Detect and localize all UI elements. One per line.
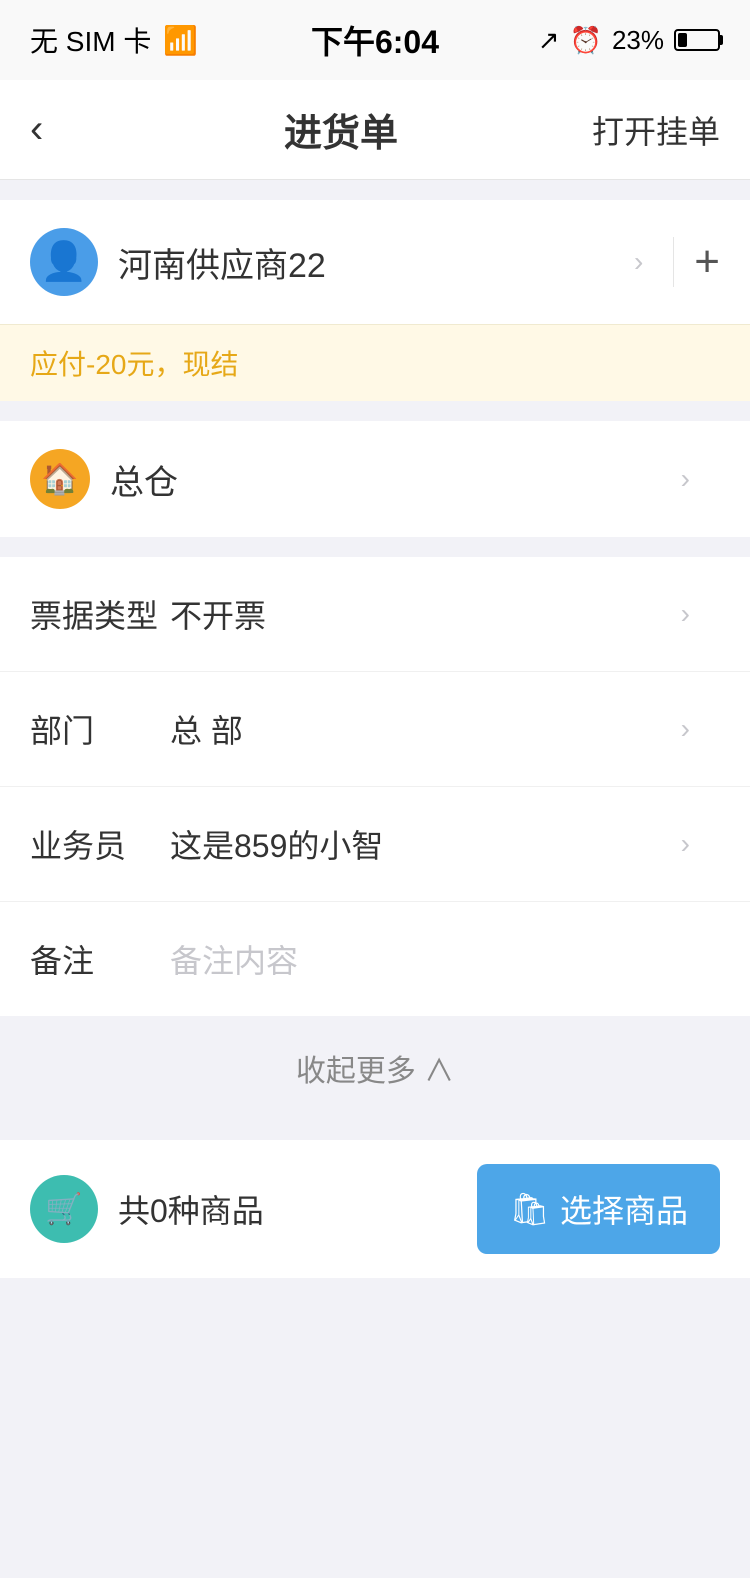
warehouse-section: 🏠 总仓 › [0, 421, 750, 537]
cart-icon: 🛒 [45, 1192, 82, 1227]
supplier-row[interactable]: 👤 河南供应商22 › + [0, 200, 750, 324]
remark-input[interactable]: 备注内容 [170, 936, 720, 982]
invoice-label: 票据类型 [30, 591, 170, 637]
warehouse-chevron-icon: › [681, 463, 690, 495]
invoice-type-row[interactable]: 票据类型 不开票 › [0, 557, 750, 672]
invoice-value: 不开票 [170, 591, 681, 637]
status-right: ↗ ⏰ 23% [538, 25, 720, 56]
section-gap-4 [0, 1120, 750, 1140]
invoice-chevron-icon: › [681, 598, 690, 630]
open-pending-button[interactable]: 打开挂单 [592, 107, 720, 153]
remark-label: 备注 [30, 936, 170, 982]
back-button[interactable]: ‹ [30, 107, 90, 152]
page-title: 进货单 [284, 102, 398, 157]
alarm-icon: ⏰ [570, 25, 602, 56]
status-bar: 无 SIM 卡 📶 下午6:04 ↗ ⏰ 23% [0, 0, 750, 80]
warehouse-row[interactable]: 🏠 总仓 › [0, 421, 750, 537]
select-goods-label: 选择商品 [560, 1186, 688, 1232]
wifi-icon: 📶 [163, 24, 198, 57]
status-time: 下午6:04 [311, 17, 439, 63]
supplier-chevron-icon: › [634, 246, 643, 278]
section-gap-3 [0, 537, 750, 557]
add-supplier-button[interactable]: + [673, 237, 720, 287]
supplier-avatar: 👤 [30, 228, 98, 296]
status-left: 无 SIM 卡 📶 [30, 20, 198, 60]
form-section: 票据类型 不开票 › 部门 总 部 › 业务员 这是859的小智 › 备注 备注… [0, 557, 750, 1016]
warehouse-name: 总仓 [110, 455, 681, 504]
section-gap-2 [0, 401, 750, 421]
department-row[interactable]: 部门 总 部 › [0, 672, 750, 787]
warehouse-icon: 🏠 [30, 449, 90, 509]
section-gap-1 [0, 180, 750, 200]
salesman-label: 业务员 [30, 821, 170, 867]
department-value: 总 部 [170, 706, 681, 752]
salesman-chevron-icon: › [681, 828, 690, 860]
battery-percent: 23% [612, 25, 664, 56]
supplier-notice: 应付-20元，现结 [0, 324, 750, 401]
product-bar: 🛒 共0种商品 🛍 选择商品 [0, 1140, 750, 1278]
remark-row[interactable]: 备注 备注内容 [0, 902, 750, 1016]
supplier-section: 👤 河南供应商22 › + 应付-20元，现结 [0, 200, 750, 401]
department-chevron-icon: › [681, 713, 690, 745]
nav-bar: ‹ 进货单 打开挂单 [0, 80, 750, 180]
collapse-button[interactable]: 收起更多 ∧ [0, 1016, 750, 1120]
product-icon: 🛒 [30, 1175, 98, 1243]
avatar-icon: 👤 [40, 240, 87, 284]
background-fill [0, 1278, 750, 1578]
salesman-value: 这是859的小智 [170, 821, 681, 867]
select-goods-button[interactable]: 🛍 选择商品 [477, 1164, 720, 1254]
carrier-text: 无 SIM 卡 [30, 20, 151, 60]
salesman-row[interactable]: 业务员 这是859的小智 › [0, 787, 750, 902]
product-count: 共0种商品 [118, 1186, 477, 1232]
battery-icon [674, 29, 720, 51]
department-label: 部门 [30, 706, 170, 752]
supplier-name: 河南供应商22 [118, 238, 634, 287]
select-goods-icon: 🛍 [509, 1190, 550, 1228]
location-icon: ↗ [538, 25, 560, 56]
product-bar-inner: 🛒 共0种商品 🛍 选择商品 [0, 1140, 750, 1278]
